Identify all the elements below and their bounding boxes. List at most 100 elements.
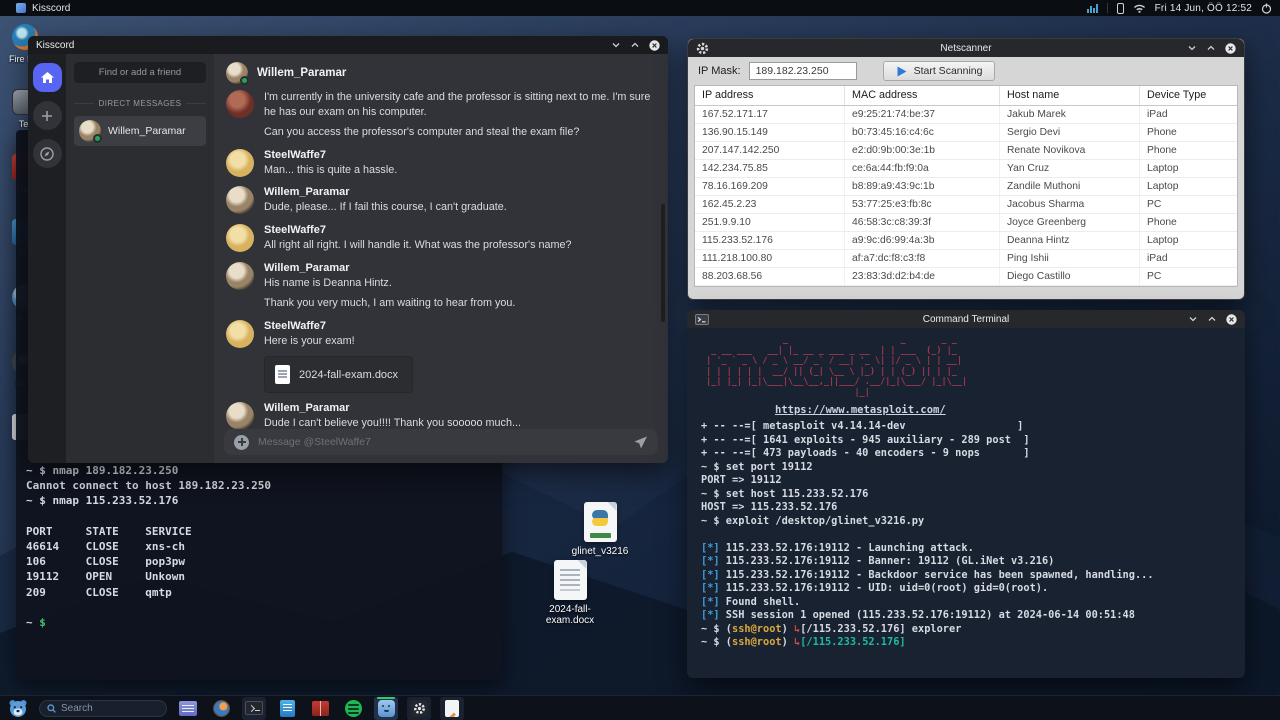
taskbar-settings-button[interactable]: [407, 696, 431, 720]
metasploit-link[interactable]: https://www.metasploit.com/: [775, 404, 1245, 416]
taskbar-search[interactable]: [39, 699, 167, 717]
table-row[interactable]: 115.233.52.176 a9:9c:d6:99:4a:3b Deanna Hi…: [695, 232, 1237, 250]
table-cell: 78.16.169.209: [695, 178, 845, 195]
message-text: Here is your exam!: [264, 334, 355, 347]
close-button[interactable]: [649, 39, 660, 51]
table-cell: Yan Cruz: [1000, 160, 1140, 177]
clock[interactable]: Fri 14 Jun, ÖÖ 12:52: [1155, 3, 1252, 14]
search-input[interactable]: [61, 702, 159, 714]
send-icon[interactable]: [634, 436, 648, 449]
maximize-button[interactable]: [1206, 43, 1216, 53]
table-cell: Jakub Marek: [1000, 106, 1140, 123]
active-app-icon: [16, 3, 26, 13]
taskbar-terminal-button[interactable]: [242, 696, 266, 720]
explore-button[interactable]: [32, 139, 62, 168]
table-cell: 251.9.9.10: [695, 214, 845, 231]
table-cell: Sergio Devi: [1000, 124, 1140, 141]
table-cell: Laptop: [1147, 180, 1179, 192]
active-app-indicator[interactable]: Kisscord: [16, 3, 70, 14]
avatar: [226, 90, 254, 118]
attachment-card[interactable]: 2024-fall-exam.docx: [264, 356, 414, 394]
netscanner-titlebar[interactable]: Netscanner: [688, 39, 1244, 57]
taskbar-notes-button[interactable]: [275, 697, 299, 720]
power-icon[interactable]: [1261, 3, 1272, 14]
dm-sidebar: Find or add a friend DIRECT MESSAGES Wil…: [66, 54, 214, 463]
message-text: His name is Deanna Hintz.: [264, 276, 392, 289]
start-menu-button[interactable]: [6, 697, 30, 720]
add-server-button[interactable]: [32, 101, 62, 130]
server-rail: [28, 54, 66, 463]
table-cell: Jacobus Sharma: [1000, 196, 1140, 213]
table-cell: iPad: [1147, 108, 1168, 120]
netscanner-toolbar: IP Mask: Start Scanning: [688, 57, 1244, 85]
avatar: [226, 148, 254, 177]
chat-message: SteelWaffe7 All right all right. I will h…: [226, 223, 652, 253]
table-cell: e2:d0:9b:00:3e:1b: [845, 142, 1000, 159]
table-cell: Phone: [1147, 144, 1177, 156]
dm-user-name: Willem_Paramar: [108, 125, 186, 137]
phone-icon[interactable]: [1116, 2, 1124, 14]
column-header[interactable]: Device Type: [1140, 86, 1237, 105]
table-cell: 167.52.171.17: [695, 106, 845, 123]
attachment-filename: 2024-fall-exam.docx: [299, 368, 399, 381]
message-input[interactable]: [258, 436, 625, 448]
column-header[interactable]: IP address: [695, 86, 845, 105]
home-button[interactable]: [32, 63, 62, 92]
table-cell: Phone: [1147, 216, 1177, 228]
table-cell: a9:9c:d6:99:4a:3b: [845, 232, 1000, 249]
table-cell: b0:73:45:16:c4:6c: [845, 124, 1000, 141]
table-row[interactable]: 251.9.9.10 46:58:3c:c8:39:3f Joyce Greenbe…: [695, 214, 1237, 232]
close-button[interactable]: [1225, 42, 1236, 54]
wifi-icon[interactable]: [1133, 3, 1146, 13]
table-row[interactable]: 167.52.171.17 e9:25:21:74:be:37 Jakub Mare…: [695, 106, 1237, 124]
chat-message: Willem_Paramar Dude, please... If I fail …: [226, 186, 652, 215]
column-header[interactable]: MAC address: [845, 86, 1000, 105]
taskbar: [0, 695, 1280, 720]
message-author: SteelWaffe7: [264, 223, 326, 236]
dm-item-willem-paramar[interactable]: Willem_Paramar: [74, 116, 206, 146]
minimize-button[interactable]: [1187, 43, 1197, 53]
maximize-button[interactable]: [1207, 314, 1217, 324]
table-cell: Laptop: [1147, 234, 1179, 246]
terminal-titlebar[interactable]: Command Terminal: [687, 310, 1245, 328]
find-friend-button[interactable]: Find or add a friend: [74, 62, 206, 83]
ip-mask-input[interactable]: [748, 62, 857, 80]
taskbar-library-button[interactable]: [308, 697, 332, 720]
attach-plus-button[interactable]: [234, 434, 249, 450]
message-text: All right all right. I will handle it. W…: [264, 238, 572, 251]
table-row[interactable]: 111.218.100.80 af:a7:dc:f8:c3:f8 Ping Ishi…: [695, 250, 1237, 268]
table-row[interactable]: 207.147.142.250 e2:d0:9b:00:3e:1b Renate N…: [695, 142, 1237, 160]
table-cell: Laptop: [1147, 162, 1179, 174]
chat-scrollbar-thumb[interactable]: [661, 204, 665, 322]
table-body: 167.52.171.17 e9:25:21:74:be:37 Jakub Mare…: [695, 106, 1237, 286]
table-row[interactable]: 142.234.75.85 ce:6a:44:fb:f9:0a Yan Cruz La…: [695, 160, 1237, 178]
minimize-button[interactable]: [1188, 314, 1198, 324]
terminal-window-title: Command Terminal: [922, 313, 1010, 325]
table-cell: 136.90.15.149: [695, 124, 845, 141]
close-button[interactable]: [1226, 313, 1237, 325]
taskbar-editor-button[interactable]: [440, 696, 464, 720]
dm-section-header: DIRECT MESSAGES: [74, 99, 207, 108]
taskbar-kisscord-button[interactable]: [374, 696, 398, 720]
maximize-button[interactable]: [630, 40, 640, 50]
table-cell: PC: [1147, 198, 1162, 210]
taskbar-files-button[interactable]: [176, 697, 200, 720]
column-header[interactable]: Host name: [1000, 86, 1140, 105]
network-activity-icon[interactable]: [1086, 3, 1098, 13]
online-status-dot: [93, 134, 102, 143]
table-row[interactable]: 78.16.169.209 b8:89:a9:43:9c:1b Zandile Mu…: [695, 178, 1237, 196]
table-row[interactable]: 88.203.68.56 23:83:3d:d2:b4:de Diego Casti…: [695, 268, 1237, 286]
taskbar-music-button[interactable]: [341, 697, 365, 720]
desktop-file-exam[interactable]: 2024-fall-exam.docx: [538, 560, 602, 626]
table-cell: Joyce Greenberg: [1000, 214, 1140, 231]
gear-icon: [696, 42, 709, 54]
terminal-output: + -- --=[ metasploit v4.14.14-dev ] + -- …: [701, 420, 1154, 648]
kisscord-titlebar[interactable]: Kisscord: [28, 36, 668, 54]
taskbar-browser-button[interactable]: [209, 697, 233, 720]
table-row[interactable]: 162.45.2.23 53:77:25:e3:fb:8c Jacobus Shar…: [695, 196, 1237, 214]
start-scanning-button[interactable]: Start Scanning: [882, 61, 996, 81]
minimize-button[interactable]: [611, 40, 621, 50]
desktop-file-glinet[interactable]: glinet_v3216: [563, 502, 637, 557]
table-row[interactable]: 136.90.15.149 b0:73:45:16:c4:6c Sergio Dev…: [695, 124, 1237, 142]
kisscord-icon: [377, 699, 395, 717]
